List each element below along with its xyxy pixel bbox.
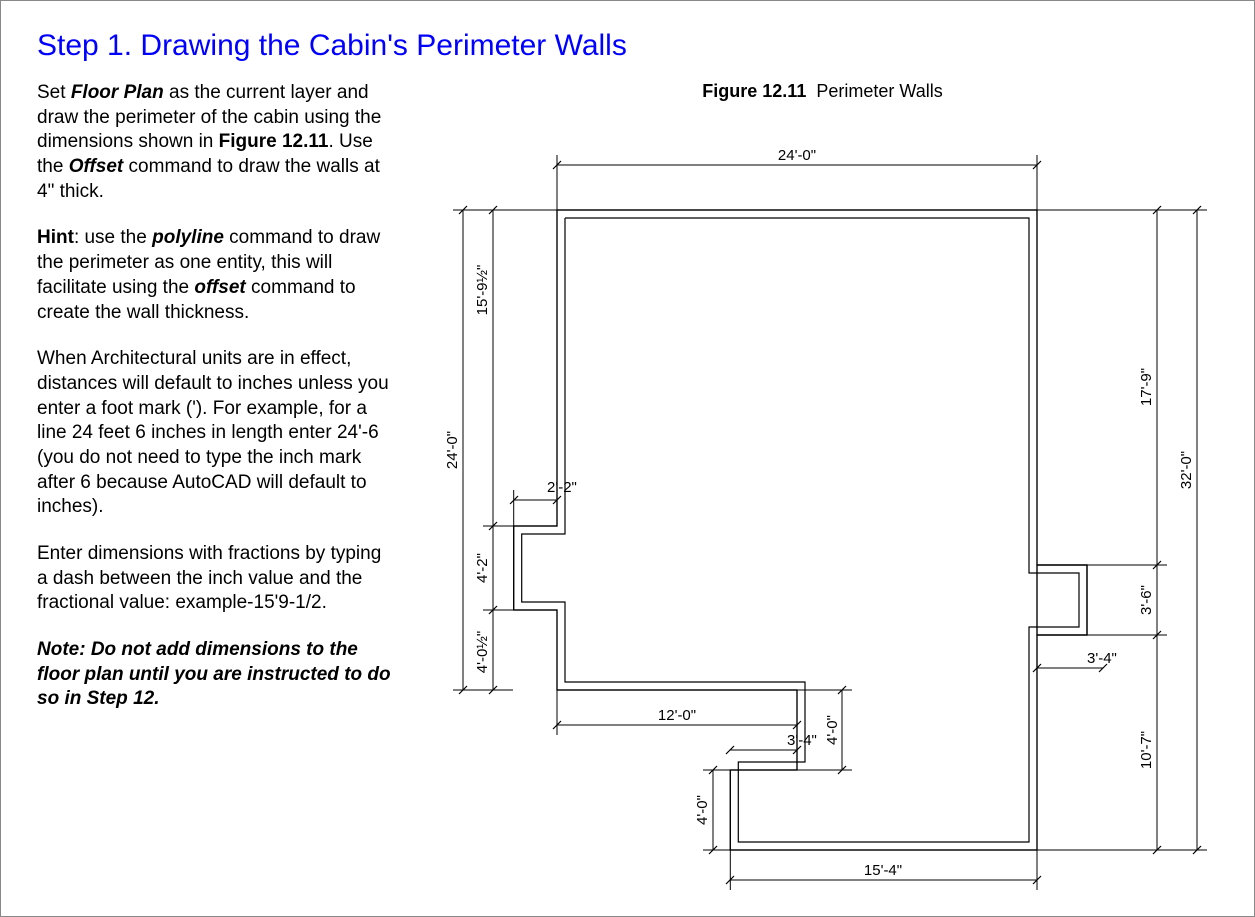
- dim-left-4-2-label: 4'-2": [474, 553, 491, 583]
- p1-fig-ref: Figure 12.11: [219, 131, 329, 152]
- paragraph-5-note: Note: Do not add dimensions to the floor…: [37, 638, 397, 712]
- paragraph-4: Enter dimensions with fractions by typin…: [37, 542, 397, 616]
- dim-right-17-9: 17'-9": [1087, 206, 1167, 569]
- dim-notch-2-2: 2'-2": [510, 479, 577, 526]
- paragraph-2: Hint: use the polyline command to draw t…: [37, 226, 397, 325]
- p1-offset: Offset: [69, 156, 124, 177]
- dim-left-4-0-half-label: 4'-0½": [474, 631, 491, 673]
- dim-left-4-0-half: 4'-0½": [474, 610, 497, 694]
- dim-bottom-4-0-v2: 4'-0": [694, 766, 730, 854]
- p2-polyline: polyline: [152, 227, 224, 248]
- dim-right-10-7-label: 10'-7": [1138, 731, 1155, 769]
- floor-plan-drawing: 24'-0" 24'-0" 15'-9½": [427, 110, 1217, 890]
- dim-bottom-4-0-v-label: 4'-0": [824, 715, 841, 745]
- figure-caption: Figure 12.11 Perimeter Walls: [427, 81, 1218, 102]
- outer-wall: [514, 210, 1087, 850]
- dim-left-15-9-half: 15'-9½": [474, 206, 513, 530]
- paragraph-1: Set Floor Plan as the current layer and …: [37, 81, 397, 204]
- step-title: Step 1. Drawing the Cabin's Perimeter Wa…: [37, 29, 1218, 63]
- figure-column: Figure 12.11 Perimeter Walls: [427, 81, 1218, 890]
- dim-bottom-3-4-label: 3'-4": [787, 732, 817, 749]
- dim-bottom-12-0: 12'-0": [553, 690, 801, 735]
- p1-t1: Set: [37, 82, 71, 103]
- dim-top-24-0-label: 24'-0": [778, 147, 816, 164]
- dim-bottom-3-4: 3'-4": [726, 732, 817, 754]
- dim-left-4-2: 4'-2": [474, 526, 513, 614]
- content-row: Set Floor Plan as the current layer and …: [37, 81, 1218, 890]
- dim-right-32-0-label: 32'-0": [1178, 451, 1195, 489]
- dim-right-3-4-label: 3'-4": [1087, 650, 1117, 667]
- dim-notch-2-2-label: 2'-2": [547, 479, 577, 496]
- dim-bottom-12-0-label: 12'-0": [658, 707, 696, 724]
- figure-label: Figure 12.11: [702, 81, 806, 101]
- paragraph-3: When Architectural units are in effect, …: [37, 347, 397, 520]
- instruction-column: Set Floor Plan as the current layer and …: [37, 81, 397, 890]
- dim-left-15-9-half-label: 15'-9½": [474, 265, 491, 316]
- dim-bottom-15-4-label: 15'-4": [864, 862, 902, 879]
- figure-title: Perimeter Walls: [816, 81, 942, 101]
- dim-right-10-7: 10'-7": [1138, 635, 1161, 854]
- p2-offset: offset: [194, 277, 245, 298]
- dim-bottom-15-4: 15'-4": [726, 850, 1041, 890]
- dim-left-24-0-label: 24'-0": [444, 431, 461, 469]
- dim-left-24-0: 24'-0": [444, 206, 557, 694]
- dim-right-3-6-label: 3'-6": [1138, 585, 1155, 615]
- dim-bottom-4-0-v2-label: 4'-0": [694, 795, 711, 825]
- dim-top-24-0: 24'-0": [553, 147, 1041, 210]
- p2-hint: Hint: [37, 227, 74, 248]
- dim-right-3-4: 3'-4": [1033, 650, 1117, 672]
- p1-floor-plan: Floor Plan: [71, 82, 164, 103]
- document-page: Step 1. Drawing the Cabin's Perimeter Wa…: [0, 0, 1255, 917]
- dim-right-17-9-label: 17'-9": [1138, 368, 1155, 406]
- p2-t2: : use the: [74, 227, 152, 248]
- dim-right-3-6: 3'-6": [1087, 565, 1167, 639]
- dim-right-32-0: 32'-0": [1037, 206, 1207, 854]
